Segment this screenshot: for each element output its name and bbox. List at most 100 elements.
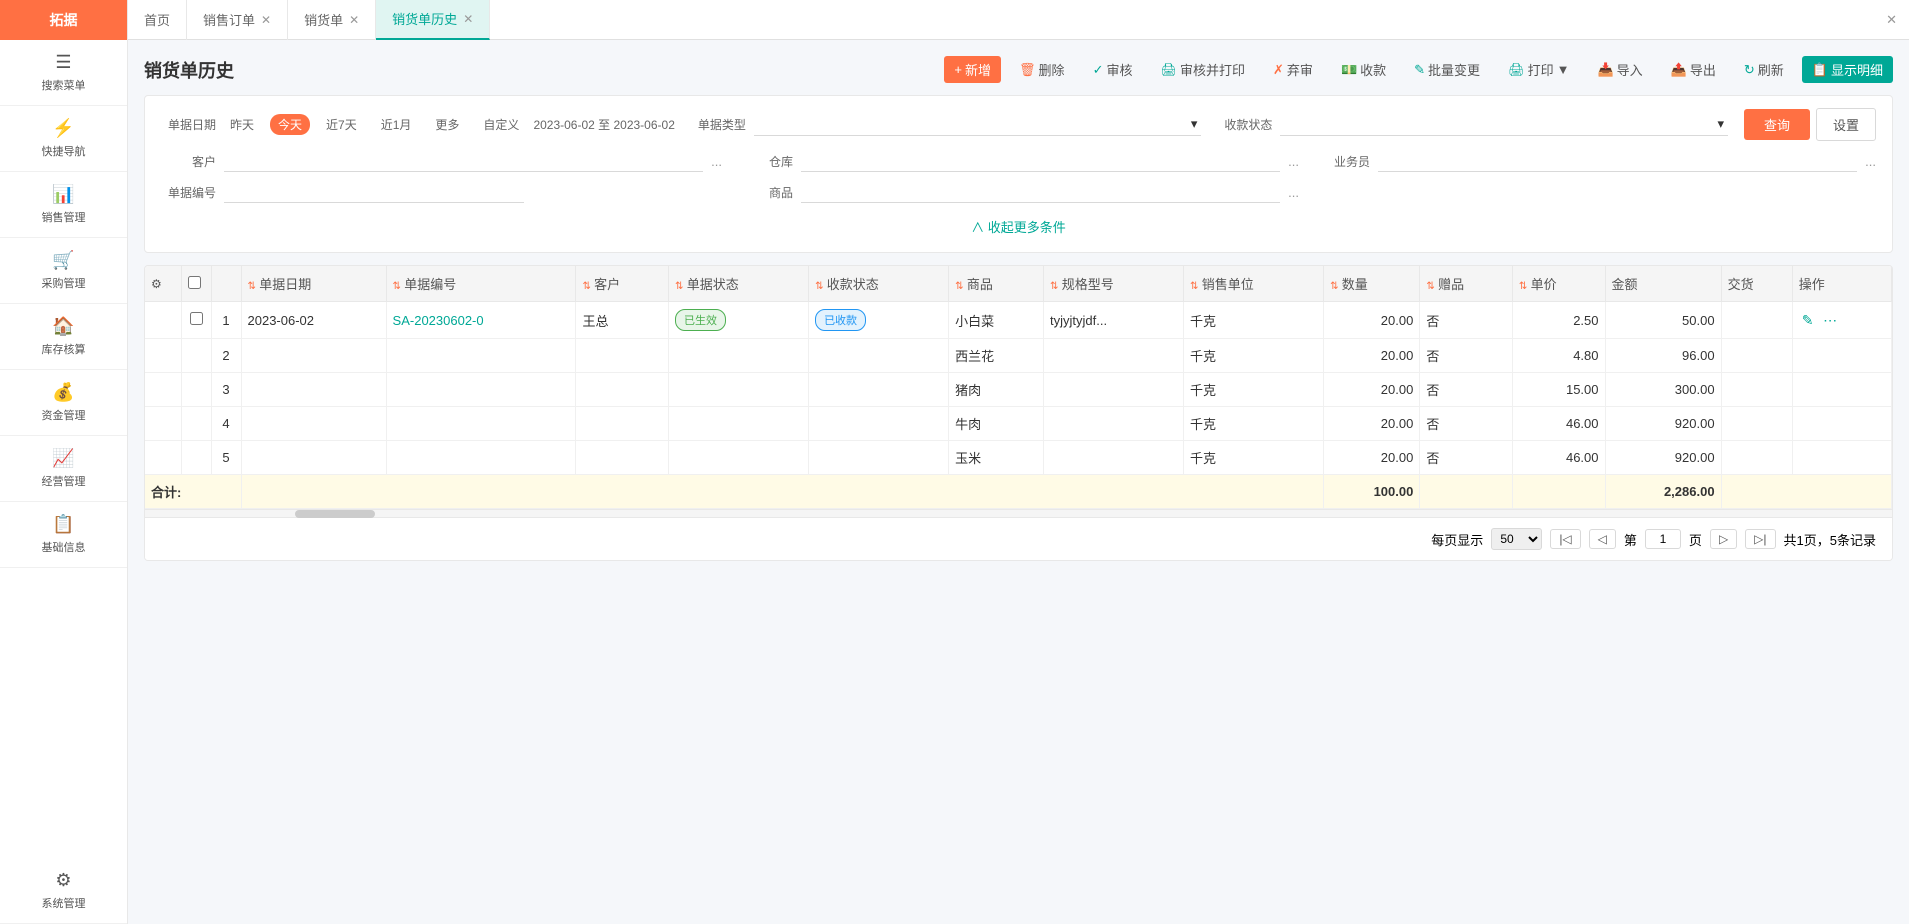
table-collectstatus-th[interactable]: ⇅ 收款状态 xyxy=(809,266,949,302)
table-gift-th[interactable]: ⇅ 赠品 xyxy=(1420,266,1513,302)
table-header: ⚙ ⇅ 单据日期 ⇅ 单据编号 ⇅ 客户 ⇅ 单据状态 ⇅ 收款状态 ⇅ 商品 … xyxy=(145,266,1892,302)
tab-sales-history-close[interactable]: ✕ xyxy=(463,12,473,26)
page-summary: 共1页，5条记录 xyxy=(1784,530,1876,549)
select-all-checkbox[interactable] xyxy=(188,276,201,289)
sidebar-item-sales-mgmt[interactable]: 📊 销售管理 xyxy=(0,172,127,238)
salesman-dots[interactable]: ... xyxy=(1865,154,1876,169)
sidebar-item-biz-mgmt[interactable]: 📈 经营管理 xyxy=(0,436,127,502)
sidebar-item-basic-info[interactable]: 📋 基础信息 xyxy=(0,502,127,568)
sidebar-item-fund-mgmt[interactable]: 💰 资金管理 xyxy=(0,370,127,436)
row1-more-icon[interactable]: ⋯ xyxy=(1823,312,1837,328)
add-icon: + xyxy=(954,62,962,77)
table-unit-th[interactable]: ⇅ 销售单位 xyxy=(1184,266,1324,302)
audit-print-button[interactable]: 🖨 审核并打印 xyxy=(1150,56,1255,83)
import-button[interactable]: 📥 导入 xyxy=(1587,56,1652,83)
table-spec-th[interactable]: ⇅ 规格型号 xyxy=(1044,266,1184,302)
tab-sales-delivery[interactable]: 销货单 ✕ xyxy=(288,0,376,40)
doc-no-input[interactable] xyxy=(224,182,524,203)
tabbar-close-all[interactable]: ✕ xyxy=(1874,12,1909,28)
per-page-select[interactable]: 50 100 200 xyxy=(1491,528,1542,550)
date-tag-1month[interactable]: 近1月 xyxy=(373,114,420,135)
print-icon: 🖨 xyxy=(1508,62,1525,78)
table-price-th[interactable]: ⇅ 单价 xyxy=(1512,266,1605,302)
show-detail-button[interactable]: 📋 显示明细 xyxy=(1802,56,1893,83)
sidebar-item-purchase-mgmt[interactable]: 🛒 采购管理 xyxy=(0,238,127,304)
table-goods-th[interactable]: ⇅ 商品 xyxy=(949,266,1044,302)
row5-operation xyxy=(1792,441,1891,475)
tab-sales-delivery-close[interactable]: ✕ xyxy=(349,13,359,27)
salesman-input[interactable] xyxy=(1378,151,1857,172)
export-button[interactable]: 📤 导出 xyxy=(1661,56,1726,83)
date-tag-yesterday[interactable]: 昨天 xyxy=(222,114,262,135)
last-page-btn[interactable]: ▷| xyxy=(1745,529,1775,549)
scroll-thumb[interactable] xyxy=(295,510,375,518)
row1-edit-icon[interactable]: ✎ xyxy=(1802,312,1814,328)
row3-num: 3 xyxy=(211,373,241,407)
filter-row-docno: 单据编号 商品 ... xyxy=(161,182,1876,203)
date-tag-7days[interactable]: 近7天 xyxy=(318,114,365,135)
date-tag-more[interactable]: 更多 xyxy=(427,114,467,135)
setting-button[interactable]: 设置 xyxy=(1816,108,1876,141)
tab-home[interactable]: 首页 xyxy=(128,0,187,40)
collect-button[interactable]: 💵 收款 xyxy=(1331,56,1396,83)
row5-goods: 玉米 xyxy=(949,441,1044,475)
audit-button[interactable]: ✓ 审核 xyxy=(1083,56,1143,83)
row1-docno[interactable]: SA-20230602-0 xyxy=(386,302,576,339)
tab-sales-order[interactable]: 销售订单 ✕ xyxy=(187,0,288,40)
table-docstatus-th[interactable]: ⇅ 单据状态 xyxy=(669,266,809,302)
tab-sales-history[interactable]: 销货单历史 ✕ xyxy=(376,0,490,40)
refresh-button[interactable]: ↻ 刷新 xyxy=(1734,56,1794,83)
collect-status-select[interactable]: ▾ xyxy=(1280,113,1728,136)
page-number-input[interactable] xyxy=(1645,529,1681,549)
salesman-label: 业务员 xyxy=(1315,153,1370,170)
table-customer-th[interactable]: ⇅ 客户 xyxy=(576,266,669,302)
row1-amount: 50.00 xyxy=(1605,302,1721,339)
sidebar-item-sys-mgmt[interactable]: ⚙ 系统管理 xyxy=(0,858,127,924)
warehouse-dots[interactable]: ... xyxy=(1288,154,1299,169)
row2-num: 2 xyxy=(211,339,241,373)
abandon-button[interactable]: ✗ 弃审 xyxy=(1263,56,1323,83)
sidebar-item-inventory-calc[interactable]: 🏠 库存核算 xyxy=(0,304,127,370)
date-tag-today[interactable]: 今天 xyxy=(270,114,310,135)
print-button[interactable]: 🖨 打印 ▼ xyxy=(1498,56,1579,83)
row3-price: 15.00 xyxy=(1512,373,1605,407)
biz-icon: 📈 xyxy=(52,448,74,469)
sidebar-item-label: 资金管理 xyxy=(42,407,86,423)
table-docno-th[interactable]: ⇅ 单据编号 xyxy=(386,266,576,302)
customer-input[interactable] xyxy=(224,151,703,172)
customer-dots[interactable]: ... xyxy=(711,154,722,169)
table-settings-th[interactable]: ⚙ xyxy=(145,266,181,302)
sidebar-item-label: 销售管理 xyxy=(42,209,86,225)
prev-page-btn[interactable]: ◁ xyxy=(1589,529,1616,549)
table-date-th[interactable]: ⇅ 单据日期 xyxy=(241,266,386,302)
warehouse-input[interactable] xyxy=(801,151,1280,172)
sidebar-item-quick-nav[interactable]: ⚡ 快捷导航 xyxy=(0,106,127,172)
tabbar: 首页 销售订单 ✕ 销货单 ✕ 销货单历史 ✕ ✕ xyxy=(128,0,1909,40)
scroll-track[interactable] xyxy=(145,509,1892,517)
data-table: ⚙ ⇅ 单据日期 ⇅ 单据编号 ⇅ 客户 ⇅ 单据状态 ⇅ 收款状态 ⇅ 商品 … xyxy=(145,266,1892,509)
row3-docno xyxy=(386,373,576,407)
batch-change-button[interactable]: ✎ 批量变更 xyxy=(1404,56,1490,83)
delete-button[interactable]: 🗑 删除 xyxy=(1009,56,1075,83)
next-page-btn[interactable]: ▷ xyxy=(1710,529,1737,549)
row1-select[interactable] xyxy=(190,312,203,325)
collapse-row[interactable]: ∧ 收起更多条件 xyxy=(161,213,1876,240)
tab-sales-order-close[interactable]: ✕ xyxy=(261,13,271,27)
row4-checkbox xyxy=(181,407,211,441)
page-header: 销货单历史 + 新增 🗑 删除 ✓ 审核 🖨 审核并打印 xyxy=(144,56,1893,83)
table-qty-th[interactable]: ⇅ 数量 xyxy=(1324,266,1420,302)
goods-dots[interactable]: ... xyxy=(1288,185,1299,200)
row2-price: 4.80 xyxy=(1512,339,1605,373)
sidebar-item-search-menu[interactable]: ☰ 搜索菜单 xyxy=(0,40,127,106)
doc-type-select[interactable]: ▾ xyxy=(754,113,1202,136)
goods-input[interactable] xyxy=(801,182,1280,203)
row5-amount: 920.00 xyxy=(1605,441,1721,475)
query-button[interactable]: 查询 xyxy=(1744,109,1810,140)
first-page-btn[interactable]: |◁ xyxy=(1550,529,1580,549)
row3-customer xyxy=(576,373,669,407)
row4-date xyxy=(241,407,386,441)
add-button[interactable]: + 新增 xyxy=(944,56,1001,83)
row5-docno xyxy=(386,441,576,475)
footer-trail xyxy=(1721,475,1891,509)
date-tag-custom[interactable]: 自定义 xyxy=(475,114,527,135)
